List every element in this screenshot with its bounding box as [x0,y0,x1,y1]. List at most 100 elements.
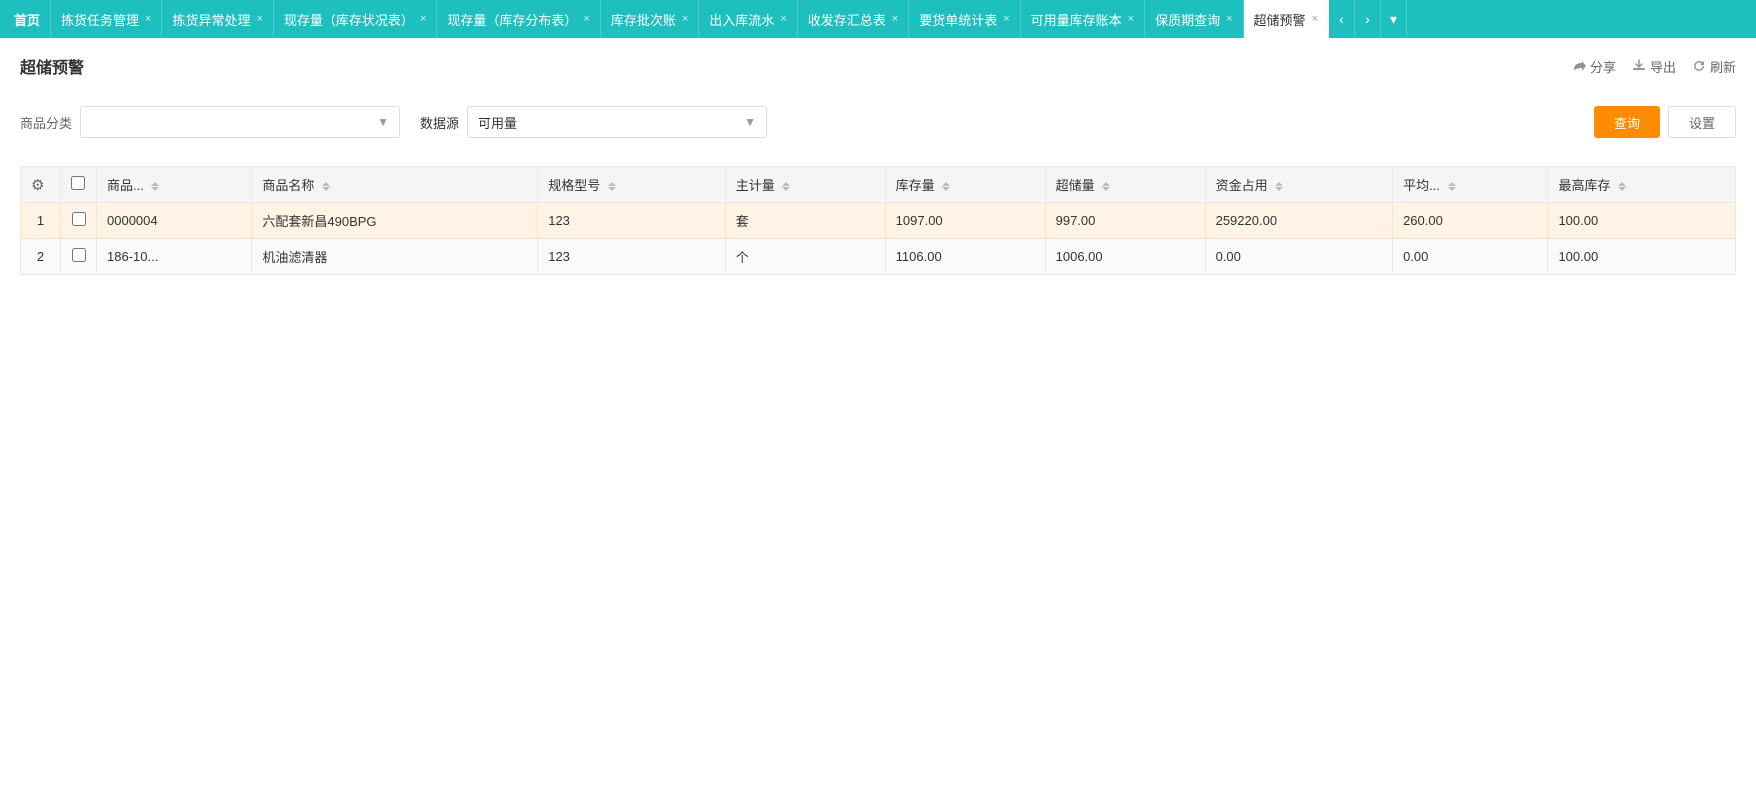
cell-avg: 260.00 [1393,203,1548,239]
refresh-button[interactable]: 刷新 [1692,57,1736,76]
cell-unit: 套 [725,203,885,239]
th-product-code[interactable]: 商品... [97,167,252,203]
close-icon[interactable]: × [892,13,898,25]
close-icon[interactable]: × [1226,13,1232,25]
page-content: 超储预警 分享 导出 刷新 [0,38,1756,800]
th-avg[interactable]: 平均... [1393,167,1548,203]
sort-icon [782,182,790,191]
cell-stock: 1097.00 [885,203,1045,239]
row-num: 2 [21,239,61,275]
close-icon[interactable]: × [1312,13,1318,25]
cell-max-stock: 100.00 [1548,239,1736,275]
nav-prev-button[interactable]: ‹ [1329,0,1355,38]
cell-product-code: 0000004 [97,203,252,239]
close-icon[interactable]: × [420,13,426,25]
gear-icon[interactable]: ⚙ [31,177,44,194]
close-icon[interactable]: × [145,13,151,25]
row-checkbox-cell [61,203,97,239]
nav-tab-home[interactable]: 首页 [4,0,51,38]
cell-avg: 0.00 [1393,239,1548,275]
th-capital[interactable]: 资金占用 [1205,167,1392,203]
category-label: 商品分类 [20,113,72,132]
close-icon[interactable]: × [1003,13,1009,25]
nav-tab-order-stat[interactable]: 要货单统计表 × [909,0,1020,38]
cell-capital: 259220.00 [1205,203,1392,239]
nav-tab-recv-send[interactable]: 收发存汇总表 × [798,0,909,38]
th-max-stock[interactable]: 最高库存 [1548,167,1736,203]
data-table: ⚙ 商品... 商品名称 规格型号 主计量 [20,166,1736,275]
close-icon[interactable]: × [682,13,688,25]
cell-product-code: 186-10... [97,239,252,275]
close-icon[interactable]: × [1128,13,1134,25]
close-icon[interactable]: × [256,13,262,25]
page-header: 超储预警 分享 导出 刷新 [20,54,1736,78]
th-overstock[interactable]: 超储量 [1045,167,1205,203]
category-select[interactable]: ▼ [80,106,400,138]
select-all-checkbox[interactable] [71,176,85,190]
table-body: 1 0000004 六配套新昌490BPG 123 套 1097.00 997.… [21,203,1736,275]
nav-tab-stock-status[interactable]: 现存量（库存状况表） × [274,0,437,38]
table-row: 2 186-10... 机油滤清器 123 个 1106.00 1006.00 … [21,239,1736,275]
nav-tab-in-out-flow[interactable]: 出入库流水 × [699,0,797,38]
table-header: ⚙ 商品... 商品名称 规格型号 主计量 [21,167,1736,203]
th-unit[interactable]: 主计量 [725,167,885,203]
sort-icon [151,182,159,191]
datasource-value: 可用量 [478,113,517,132]
sort-icon [1618,182,1626,191]
th-check [61,167,97,203]
nav-next-button[interactable]: › [1355,0,1381,38]
datasource-select[interactable]: 可用量 ▼ [467,106,767,138]
th-spec[interactable]: 规格型号 [538,167,725,203]
sort-icon [608,182,616,191]
close-icon[interactable]: × [780,13,786,25]
row-checkbox[interactable] [72,248,86,262]
th-product-name[interactable]: 商品名称 [252,167,538,203]
sort-icon [1275,182,1283,191]
th-stock[interactable]: 库存量 [885,167,1045,203]
chevron-down-icon: ▼ [377,115,389,129]
filter-area: 商品分类 ▼ 数据源 可用量 ▼ 查询 设置 [20,94,1736,150]
cell-spec: 123 [538,203,725,239]
cell-product-name: 机油滤清器 [252,239,538,275]
top-nav: 首页 拣货任务管理 × 拣货异常处理 × 现存量（库存状况表） × 现存量（库存… [0,0,1756,38]
sort-icon [942,182,950,191]
nav-tab-stock-batch[interactable]: 库存批次账 × [601,0,699,38]
row-num: 1 [21,203,61,239]
cell-spec: 123 [538,239,725,275]
nav-tab-available-stock[interactable]: 可用量库存账本 × [1021,0,1145,38]
page-title: 超储预警 [20,54,84,78]
row-checkbox[interactable] [72,212,86,226]
cell-capital: 0.00 [1205,239,1392,275]
nav-tab-quality[interactable]: 保质期查询 × [1145,0,1243,38]
cell-overstock: 1006.00 [1045,239,1205,275]
share-button[interactable]: 分享 [1572,57,1616,76]
th-settings: ⚙ [21,167,61,203]
cell-unit: 个 [725,239,885,275]
query-button[interactable]: 查询 [1594,106,1660,138]
table-row: 1 0000004 六配套新昌490BPG 123 套 1097.00 997.… [21,203,1736,239]
cell-overstock: 997.00 [1045,203,1205,239]
sort-icon [322,182,330,191]
nav-tab-overstock[interactable]: 超储预警 × [1244,0,1329,38]
sort-icon [1102,182,1110,191]
export-button[interactable]: 导出 [1632,57,1676,76]
cell-product-name: 六配套新昌490BPG [252,203,538,239]
nav-tab-task-manage[interactable]: 拣货任务管理 × [51,0,162,38]
datasource-filter: 数据源 可用量 ▼ [420,106,767,138]
nav-more-button[interactable]: ▾ [1381,0,1407,38]
close-icon[interactable]: × [583,13,589,25]
datasource-label: 数据源 [420,113,459,132]
refresh-icon [1692,59,1706,73]
category-filter: 商品分类 ▼ [20,106,400,138]
share-icon [1572,59,1586,73]
nav-tab-abnormal[interactable]: 拣货异常处理 × [162,0,273,38]
settings-button[interactable]: 设置 [1668,106,1736,138]
nav-tab-stock-dist[interactable]: 现存量（库存分布表） × [437,0,600,38]
header-actions: 分享 导出 刷新 [1572,57,1736,76]
chevron-down-icon: ▼ [744,115,756,129]
sort-icon [1448,182,1456,191]
cell-max-stock: 100.00 [1548,203,1736,239]
filter-actions: 查询 设置 [1594,106,1736,138]
export-icon [1632,59,1646,73]
row-checkbox-cell [61,239,97,275]
